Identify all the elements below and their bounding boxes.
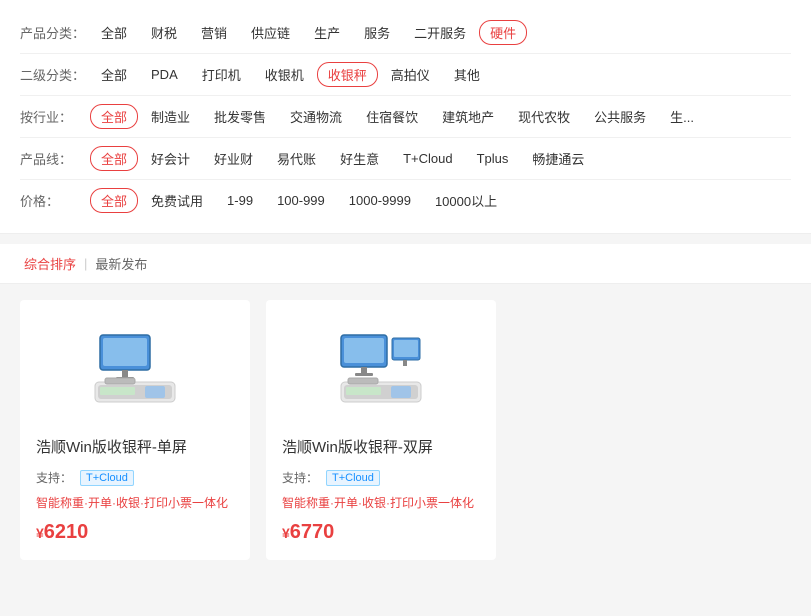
product-image-2 xyxy=(282,320,480,420)
category-marketing[interactable]: 营销 xyxy=(190,20,238,45)
product-image-1 xyxy=(36,320,234,420)
industry-more[interactable]: 生... xyxy=(659,104,705,129)
industry-manufacturing[interactable]: 制造业 xyxy=(140,104,201,129)
pl-cjty[interactable]: 畅捷通云 xyxy=(521,146,595,171)
sort-latest[interactable]: 最新发布 xyxy=(91,254,151,273)
filter-row-price: 价格： 全部 免费试用 1-99 100-999 1000-9999 10000… xyxy=(20,180,791,221)
sort-bar: 综合排序 | 最新发布 xyxy=(0,244,811,284)
price-100-999[interactable]: 100-999 xyxy=(266,190,336,211)
productline-label: 产品线： xyxy=(20,149,90,168)
price-symbol-2: ¥ xyxy=(282,525,290,541)
pl-hss[interactable]: 好生意 xyxy=(329,146,390,171)
price-10000plus[interactable]: 10000以上 xyxy=(424,188,508,213)
product-name-2: 浩顺Win版收银秤-双屏 xyxy=(282,436,480,457)
page-container: 产品分类： 全部 财税 营销 供应链 生产 服务 二开服务 硬件 二级分类： 全… xyxy=(0,0,811,576)
industry-all[interactable]: 全部 xyxy=(90,104,138,129)
sub-other[interactable]: 其他 xyxy=(443,62,491,87)
sub-pda[interactable]: PDA xyxy=(140,64,189,85)
price-1-99[interactable]: 1-99 xyxy=(216,190,264,211)
pl-tplus[interactable]: Tplus xyxy=(466,148,520,169)
product-price-2: ¥6770 xyxy=(282,521,480,544)
sort-divider: | xyxy=(84,256,87,271)
filter-row-category: 产品分类： 全部 财税 营销 供应链 生产 服务 二开服务 硬件 xyxy=(20,12,791,54)
price-free[interactable]: 免费试用 xyxy=(140,188,214,213)
product-support-1: 支持： T+Cloud xyxy=(36,469,234,486)
pl-hyc[interactable]: 好业财 xyxy=(203,146,264,171)
support-label-2: 支持： xyxy=(282,469,318,486)
support-tag-2: T+Cloud xyxy=(326,470,380,486)
subcategory-items: 全部 PDA 打印机 收银机 收银秤 高拍仪 其他 xyxy=(90,62,491,87)
product-support-2: 支持： T+Cloud xyxy=(282,469,480,486)
industry-construction[interactable]: 建筑地产 xyxy=(431,104,505,129)
pl-hkj[interactable]: 好会计 xyxy=(140,146,201,171)
industry-public[interactable]: 公共服务 xyxy=(583,104,657,129)
industry-items: 全部 制造业 批发零售 交通物流 住宿餐饮 建筑地产 现代农牧 公共服务 生..… xyxy=(90,104,705,129)
filter-row-industry: 按行业： 全部 制造业 批发零售 交通物流 住宿餐饮 建筑地产 现代农牧 公共服… xyxy=(20,96,791,138)
sub-printer[interactable]: 打印机 xyxy=(191,62,252,87)
sub-cashregister[interactable]: 收银机 xyxy=(254,62,315,87)
sort-comprehensive[interactable]: 综合排序 xyxy=(20,254,80,273)
product-desc-1: 智能称重·开单·收银·打印小票一体化 xyxy=(36,494,234,511)
product-card-2[interactable]: 浩顺Win版收银秤-双屏 支持： T+Cloud 智能称重·开单·收银·打印小票… xyxy=(266,300,496,560)
sub-scale[interactable]: 收银秤 xyxy=(317,62,378,87)
pl-ydz[interactable]: 易代账 xyxy=(266,146,327,171)
industry-label: 按行业： xyxy=(20,107,90,126)
price-symbol-1: ¥ xyxy=(36,525,44,541)
category-tax[interactable]: 财税 xyxy=(140,20,188,45)
support-tag-1: T+Cloud xyxy=(80,470,134,486)
product-desc-2: 智能称重·开单·收银·打印小票一体化 xyxy=(282,494,480,511)
pl-all[interactable]: 全部 xyxy=(90,146,138,171)
sub-all[interactable]: 全部 xyxy=(90,62,138,87)
price-1000-9999[interactable]: 1000-9999 xyxy=(338,190,422,211)
category-production[interactable]: 生产 xyxy=(303,20,351,45)
support-label-1: 支持： xyxy=(36,469,72,486)
industry-transport[interactable]: 交通物流 xyxy=(279,104,353,129)
filter-section: 产品分类： 全部 财税 营销 供应链 生产 服务 二开服务 硬件 二级分类： 全… xyxy=(0,0,811,234)
product-price-1: ¥6210 xyxy=(36,521,234,544)
category-items: 全部 财税 营销 供应链 生产 服务 二开服务 硬件 xyxy=(90,20,527,45)
product-name-1: 浩顺Win版收银秤-单屏 xyxy=(36,436,234,457)
price-value-1: 6210 xyxy=(44,521,89,543)
products-area: 浩顺Win版收银秤-单屏 支持： T+Cloud 智能称重·开单·收银·打印小票… xyxy=(0,284,811,576)
price-all[interactable]: 全部 xyxy=(90,188,138,213)
sub-highcam[interactable]: 高拍仪 xyxy=(380,62,441,87)
productline-items: 全部 好会计 好业财 易代账 好生意 T+Cloud Tplus 畅捷通云 xyxy=(90,146,595,171)
filter-row-subcategory: 二级分类： 全部 PDA 打印机 收银机 收银秤 高拍仪 其他 xyxy=(20,54,791,96)
category-erp[interactable]: 二开服务 xyxy=(403,20,477,45)
price-label: 价格： xyxy=(20,191,90,210)
filter-row-productline: 产品线： 全部 好会计 好业财 易代账 好生意 T+Cloud Tplus 畅捷… xyxy=(20,138,791,180)
pl-tcloud[interactable]: T+Cloud xyxy=(392,148,464,169)
price-items: 全部 免费试用 1-99 100-999 1000-9999 10000以上 xyxy=(90,188,508,213)
industry-wholesale[interactable]: 批发零售 xyxy=(203,104,277,129)
category-label: 产品分类： xyxy=(20,23,90,42)
industry-hospitality[interactable]: 住宿餐饮 xyxy=(355,104,429,129)
product-card-1[interactable]: 浩顺Win版收银秤-单屏 支持： T+Cloud 智能称重·开单·收银·打印小票… xyxy=(20,300,250,560)
category-hardware[interactable]: 硬件 xyxy=(479,20,527,45)
category-all[interactable]: 全部 xyxy=(90,20,138,45)
subcategory-label: 二级分类： xyxy=(20,65,90,84)
category-service[interactable]: 服务 xyxy=(353,20,401,45)
price-value-2: 6770 xyxy=(290,521,335,543)
industry-agriculture[interactable]: 现代农牧 xyxy=(507,104,581,129)
category-supply[interactable]: 供应链 xyxy=(240,20,301,45)
